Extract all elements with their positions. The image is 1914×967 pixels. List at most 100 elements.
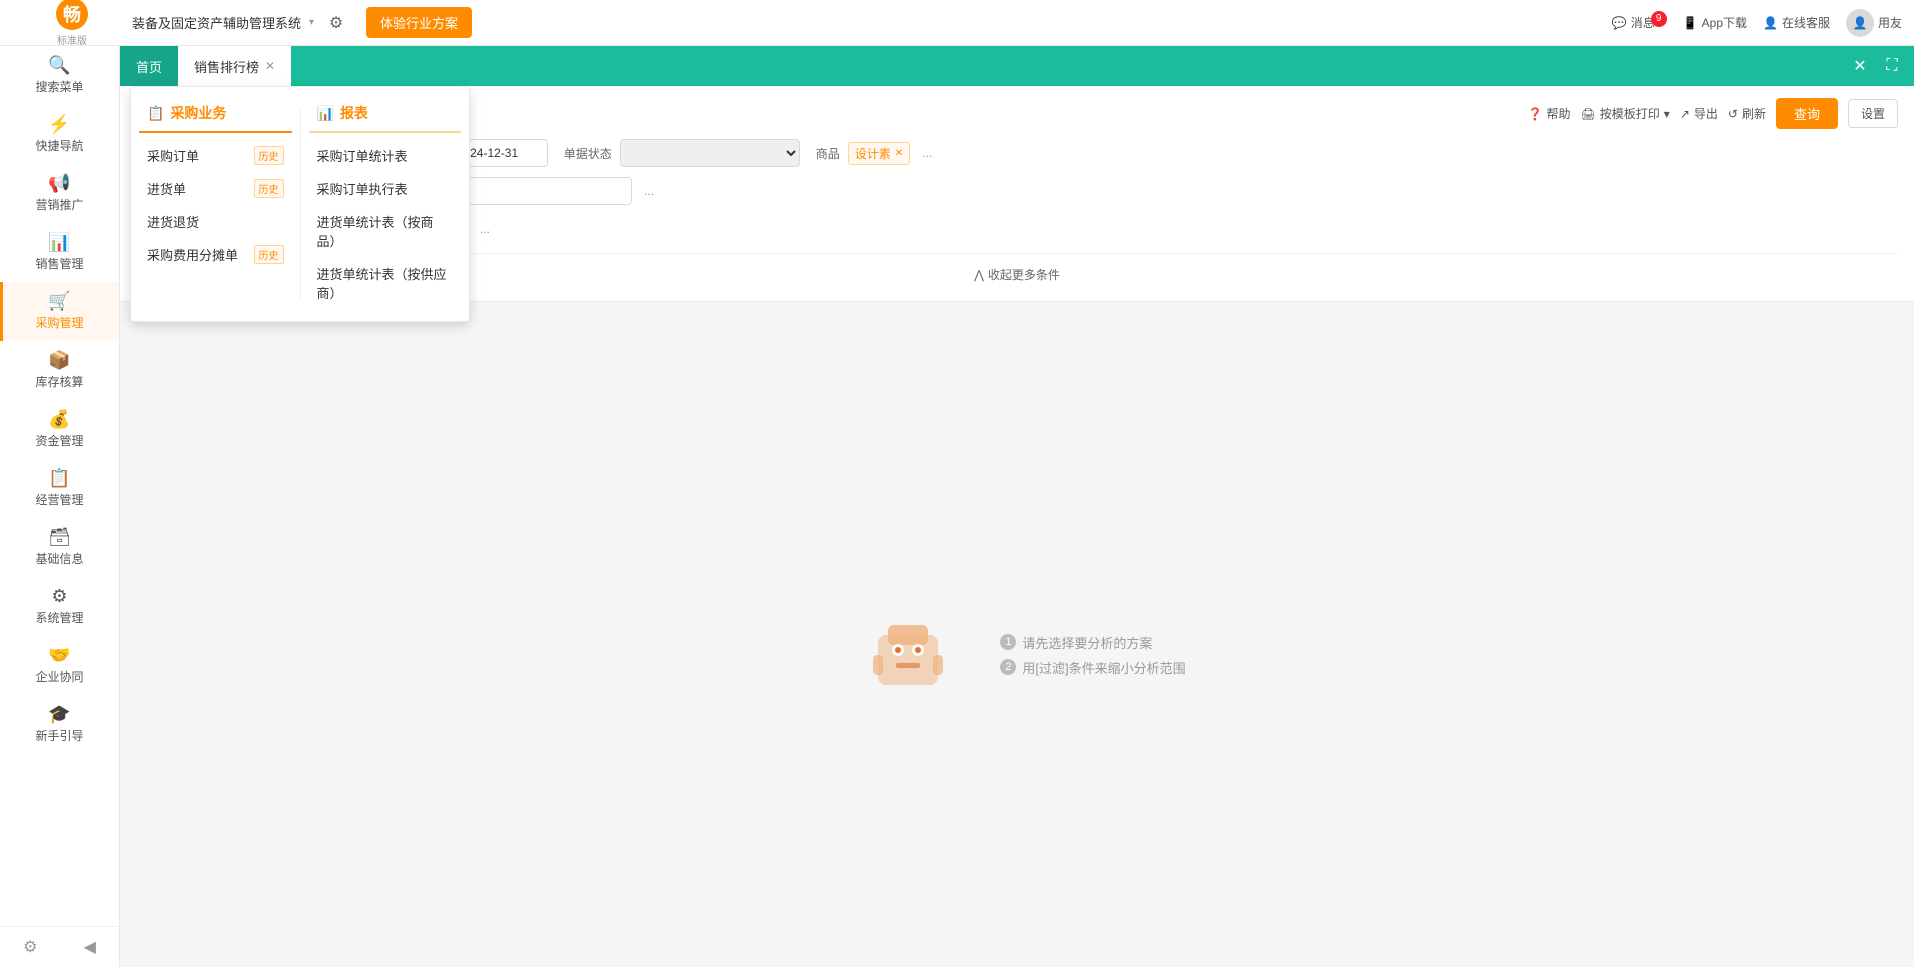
tab-sales-ranking[interactable]: 销售排行榜 ✕ <box>178 46 291 86</box>
phone-icon: 📱 <box>1683 16 1698 30</box>
sidebar-item-finance[interactable]: 💰 资金管理 <box>0 400 119 459</box>
industry-button[interactable]: 体验行业方案 <box>366 7 472 38</box>
app-download-label: App下载 <box>1702 14 1747 31</box>
sidebar-item-purchase[interactable]: 🛒 采购管理 <box>0 282 119 341</box>
system-title-area: 装备及固定资产辅助管理系统 ▾ ⚙ 体验行业方案 <box>132 7 1612 38</box>
marketing-icon: 📢 <box>48 174 70 192</box>
refresh-button[interactable]: ↺ 刷新 <box>1728 105 1766 122</box>
sidebar-label-purchase: 采购管理 <box>35 314 83 331</box>
empty-hint-2: 2 用[过滤]条件来缩小分析范围 <box>1000 658 1185 677</box>
collapse-filter-btn[interactable]: ⋀ 收起更多条件 <box>968 260 1066 289</box>
dropdown-item-purchase-order[interactable]: 采购订单 历史 <box>139 139 292 172</box>
collapse-label: 收起更多条件 <box>988 266 1060 283</box>
sidebar-item-sales[interactable]: 📊 销售管理 <box>0 223 119 282</box>
sidebar-label-marketing: 营销推广 <box>35 196 83 213</box>
system-title: 装备及固定资产辅助管理系统 <box>132 13 301 32</box>
goods-more[interactable]: ... <box>922 146 932 160</box>
system-icon: ⚙ <box>51 587 67 605</box>
quick-nav-icon: ⚡ <box>48 115 70 133</box>
purchase-icon: 🛒 <box>48 292 70 310</box>
messages-badge: 9 <box>1651 11 1667 27</box>
sidebar-label-inventory: 库存核算 <box>35 373 83 390</box>
sidebar-item-basic-info[interactable]: 🗃 基础信息 <box>0 518 119 577</box>
help-label: 帮助 <box>1547 105 1571 122</box>
refresh-label: 刷新 <box>1742 105 1766 122</box>
report-col-icon: 📊 <box>317 105 334 122</box>
sidebar-item-system[interactable]: ⚙ 系统管理 <box>0 577 119 636</box>
print-button[interactable]: 🖨 按模板打印 ▾ <box>1581 105 1670 122</box>
purchase-expense-label: 采购费用分摊单 <box>147 245 238 264</box>
sidebar-collapse-btn[interactable]: ◀ <box>84 937 96 957</box>
inventory-icon: 📦 <box>48 351 70 369</box>
query-button[interactable]: 查询 <box>1776 98 1838 129</box>
collapse-up-icon: ⋀ <box>974 268 984 282</box>
sidebar-settings-btn[interactable]: ⚙ <box>23 937 37 957</box>
customer-more[interactable]: ... <box>480 222 490 236</box>
tab-close-icon[interactable]: ✕ <box>265 59 275 73</box>
tab-maximize-icon[interactable]: ⛶ <box>1878 52 1906 80</box>
system-settings-icon[interactable]: ⚙ <box>322 9 350 37</box>
sales-icon: 📊 <box>48 233 70 251</box>
report-incoming-supplier-label: 进货单统计表（按供应商） <box>317 264 454 302</box>
dropdown-col-purchase: 📋 采购业务 采购订单 历史 进货单 历史 进货退货 采购费用分摊单 历史 <box>131 99 300 309</box>
purchase-incoming-label: 进货单 <box>147 179 186 198</box>
dropdown-item-report-incoming-supplier[interactable]: 进货单统计表（按供应商） <box>309 257 462 309</box>
help-button[interactable]: ❓ 帮助 <box>1528 105 1571 122</box>
sidebar-label-cooperation: 企业协同 <box>35 668 83 685</box>
settings-button[interactable]: 设置 <box>1848 99 1898 128</box>
messages-button[interactable]: 💬 消息 9 <box>1612 14 1667 31</box>
dropdown-item-report-incoming-goods[interactable]: 进货单统计表（按商品） <box>309 205 462 257</box>
dropdown-item-report-order-exec[interactable]: 采购订单执行表 <box>309 172 462 205</box>
search-icon: 🔍 <box>48 56 70 74</box>
user-menu[interactable]: 👤 用友 <box>1846 9 1902 37</box>
sidebar-item-operations[interactable]: 📋 经营管理 <box>0 459 119 518</box>
tab-bar: 首页 销售排行榜 ✕ ✕ ⛶ <box>120 46 1914 86</box>
logo-subtitle: 标准版 <box>57 32 87 47</box>
dropdown-item-purchase-expense[interactable]: 采购费用分摊单 历史 <box>139 238 292 271</box>
purchase-incoming-history: 历史 <box>254 179 284 198</box>
salesperson-more[interactable]: ... <box>644 184 654 198</box>
system-dropdown-arrow[interactable]: ▾ <box>309 17 314 28</box>
empty-text: 1 请先选择要分析的方案 2 用[过滤]条件来缩小分析范围 <box>1000 633 1185 677</box>
purchase-order-label: 采购订单 <box>147 146 199 165</box>
sidebar-item-quick-nav[interactable]: ⚡ 快捷导航 <box>0 105 119 164</box>
empty-hint-2-text: 用[过滤]条件来缩小分析范围 <box>1022 658 1185 677</box>
sidebar-item-inventory[interactable]: 📦 库存核算 <box>0 341 119 400</box>
sidebar-item-beginner[interactable]: 🎓 新手引导 <box>0 695 119 754</box>
tab-sales-ranking-label: 销售排行榜 <box>194 57 259 76</box>
sidebar-label-basic-info: 基础信息 <box>35 550 83 567</box>
sidebar: 🔍 搜索菜单 ⚡ 快捷导航 📢 营销推广 📊 销售管理 🛒 采购管理 📦 库存核… <box>0 46 120 967</box>
sidebar-item-cooperation[interactable]: 🤝 企业协同 <box>0 636 119 695</box>
logo-icon: 畅 <box>56 0 88 30</box>
refresh-icon: ↺ <box>1728 107 1738 121</box>
tab-bar-end: ✕ ⛶ <box>1846 52 1914 80</box>
empty-num-1: 1 <box>1000 634 1016 650</box>
tab-close-all-icon[interactable]: ✕ <box>1846 52 1874 80</box>
purchase-order-history: 历史 <box>254 146 284 165</box>
voucher-status-select[interactable] <box>620 139 800 167</box>
export-button[interactable]: ↗ 导出 <box>1680 105 1718 122</box>
app-download-button[interactable]: 📱 App下载 <box>1683 14 1747 31</box>
dropdown-columns: 📋 采购业务 采购订单 历史 进货单 历史 进货退货 采购费用分摊单 历史 <box>131 99 469 309</box>
sidebar-item-marketing[interactable]: 📢 营销推广 <box>0 164 119 223</box>
finance-icon: 💰 <box>48 410 70 428</box>
sidebar-label-operations: 经营管理 <box>35 491 83 508</box>
goods-tag-close[interactable]: ✕ <box>895 148 903 159</box>
online-service-button[interactable]: 👤 在线客服 <box>1763 14 1830 31</box>
dropdown-item-purchase-incoming[interactable]: 进货单 历史 <box>139 172 292 205</box>
goods-tag-text: 设计素 <box>855 145 891 162</box>
print-arrow: ▾ <box>1664 107 1670 121</box>
voucher-status-filter: 单据状态 <box>564 139 800 167</box>
help-icon: ❓ <box>1528 107 1543 121</box>
sidebar-label-search: 搜索菜单 <box>35 78 83 95</box>
sidebar-label-beginner: 新手引导 <box>35 727 83 744</box>
purchase-col-icon: 📋 <box>147 105 164 122</box>
dropdown-item-report-order-stat[interactable]: 采购订单统计表 <box>309 139 462 172</box>
empty-illustration <box>848 605 968 705</box>
tab-home[interactable]: 首页 <box>120 46 178 86</box>
logo-area: 畅 标准版 <box>12 0 132 47</box>
dropdown-item-purchase-return[interactable]: 进货退货 <box>139 205 292 238</box>
cooperation-icon: 🤝 <box>48 646 70 664</box>
sidebar-bottom: ⚙ ◀ <box>0 926 119 967</box>
sidebar-item-search[interactable]: 🔍 搜索菜单 <box>0 46 119 105</box>
